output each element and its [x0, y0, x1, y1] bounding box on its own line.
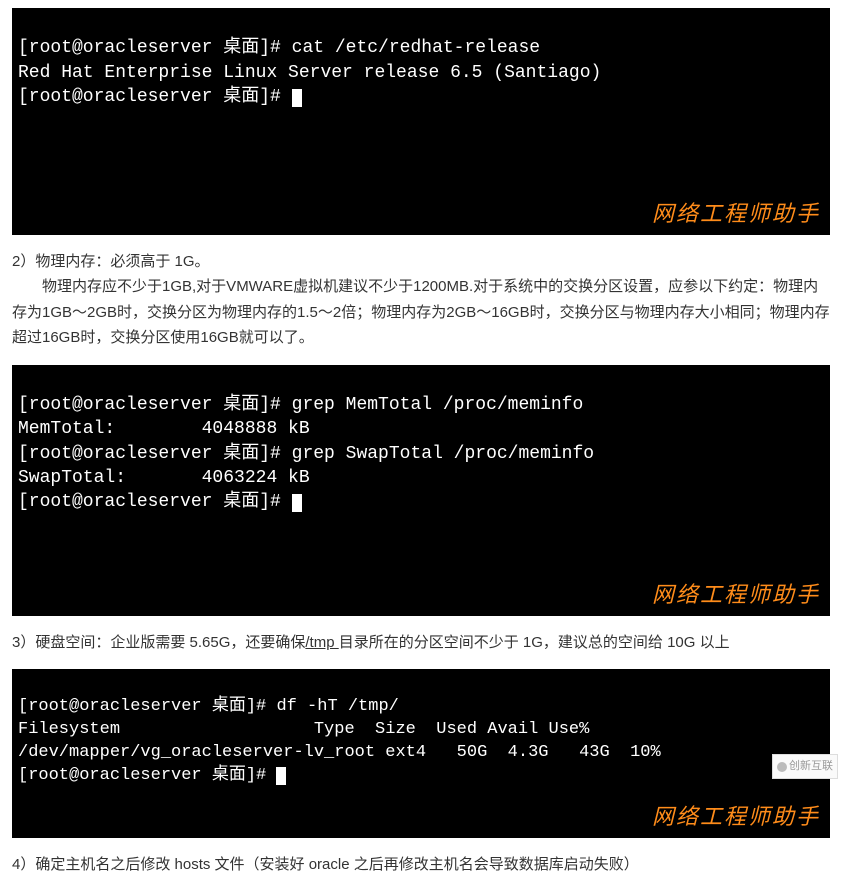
footer-logo: 创新互联 [772, 754, 838, 779]
term2-prompt1: [root@oracleserver 桌面]# [18, 395, 292, 415]
section-2-body: 物理内存应不少于1GB,对于VMWARE虚拟机建议不少于1200MB.对于系统中… [12, 274, 830, 351]
term2-cmd2: grep SwapTotal /proc/meminfo [292, 444, 594, 464]
term2-out1: MemTotal: 4048888 kB [18, 419, 310, 439]
terminal-block-1: [root@oracleserver 桌面]# cat /etc/redhat-… [12, 8, 830, 235]
term2-prompt3: [root@oracleserver 桌面]# [18, 492, 292, 512]
term2-cmd1: grep MemTotal /proc/meminfo [292, 395, 584, 415]
cursor-icon [292, 89, 302, 107]
term2-prompt2: [root@oracleserver 桌面]# [18, 444, 292, 464]
cursor-icon [276, 767, 286, 785]
logo-dot-icon [777, 762, 787, 772]
term1-prompt2: [root@oracleserver 桌面]# [18, 87, 292, 107]
term3-prompt2: [root@oracleserver 桌面]# [18, 766, 276, 785]
section-2-memory: 2）物理内存：必须高于 1G。 物理内存应不少于1GB,对于VMWARE虚拟机建… [12, 249, 830, 351]
term2-out2: SwapTotal: 4063224 kB [18, 468, 310, 488]
watermark-2: 网络工程师助手 [652, 580, 820, 610]
section-3-pre: 3）硬盘空间：企业版需要 5.65G，还要确保 [12, 634, 305, 651]
term3-row: /dev/mapper/vg_oracleserver-lv_root ext4… [18, 743, 661, 762]
footer-logo-text: 创新互联 [789, 757, 833, 776]
cursor-icon [292, 494, 302, 512]
terminal-block-2: [root@oracleserver 桌面]# grep MemTotal /p… [12, 365, 830, 616]
term1-out1: Red Hat Enterprise Linux Server release … [18, 63, 601, 83]
term1-prompt1: [root@oracleserver 桌面]# [18, 38, 292, 58]
terminal-block-3: [root@oracleserver 桌面]# df -hT /tmp/ Fil… [12, 669, 830, 838]
section-4-hostname: 4）确定主机名之后修改 hosts 文件（安装好 oracle 之后再修改主机名… [12, 852, 830, 878]
section-2-title: 2）物理内存：必须高于 1G。 [12, 249, 830, 275]
section-3-tmp-path: /tmp [305, 634, 338, 651]
section-3-disk: 3）硬盘空间：企业版需要 5.65G，还要确保/tmp 目录所在的分区空间不少于… [12, 630, 830, 656]
term3-header: Filesystem Type Size Used Avail Use% [18, 720, 589, 739]
term3-prompt1: [root@oracleserver 桌面]# [18, 697, 276, 716]
term1-cmd1: cat /etc/redhat-release [292, 38, 540, 58]
section-3-post: 目录所在的分区空间不少于 1G，建议总的空间给 10G 以上 [339, 634, 730, 651]
watermark-3: 网络工程师助手 [652, 802, 820, 832]
watermark-1: 网络工程师助手 [652, 199, 820, 229]
term3-cmd1: df -hT /tmp/ [276, 697, 398, 716]
